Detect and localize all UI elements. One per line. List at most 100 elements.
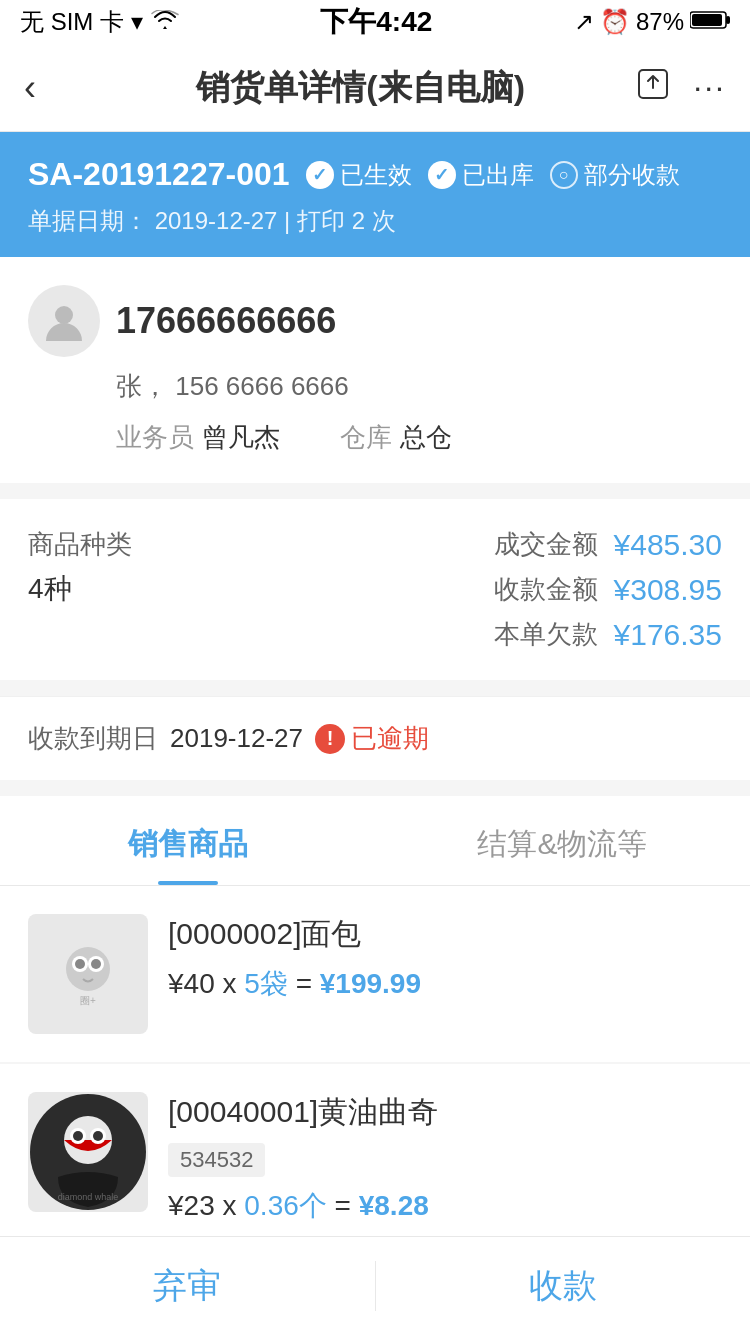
tab-settlement[interactable]: 结算&物流等 <box>375 796 750 885</box>
battery-text: 87% <box>636 8 684 36</box>
status-text-1: 已生效 <box>340 159 412 191</box>
deal-amount-row: 成交金额 ¥485.30 <box>494 527 722 562</box>
received-amount-row: 收款金额 ¥308.95 <box>494 572 722 607</box>
received-amount-label: 收款金额 <box>494 572 598 607</box>
battery-icon <box>690 8 730 36</box>
sim-text: 无 SIM 卡 ▾ <box>20 6 143 38</box>
warehouse-meta: 仓库 总仓 <box>340 420 452 455</box>
status-badge-active: ✓ 已生效 <box>306 159 412 191</box>
product-image-2: diamond whale <box>28 1092 148 1212</box>
product-types-value: 4种 <box>28 570 132 608</box>
wifi-icon <box>151 8 179 36</box>
product-qty-2: 0.36个 <box>244 1190 327 1221</box>
received-amount-value: ¥308.95 <box>614 573 722 607</box>
customer-row: 17666666666 <box>28 285 722 357</box>
order-date-row: 单据日期： 2019-12-27 | 打印 2 次 <box>28 205 722 237</box>
customer-avatar <box>28 285 100 357</box>
product-total-2: ¥8.28 <box>359 1190 429 1221</box>
debt-amount-label: 本单欠款 <box>494 617 598 652</box>
alarm-icon: ⏰ <box>600 8 630 36</box>
debt-amount-row: 本单欠款 ¥176.35 <box>494 617 722 652</box>
status-left: 无 SIM 卡 ▾ <box>20 6 179 38</box>
sales-label: 业务员 <box>116 420 194 455</box>
sales-name: 曾凡杰 <box>202 420 280 455</box>
product-name-1: [0000002]面包 <box>168 914 722 955</box>
product-item-1: 圈+ [0000002]面包 ¥40 x 5袋 = ¥199.99 <box>0 886 750 1062</box>
cancel-button[interactable]: 弃审 <box>0 1237 375 1334</box>
product-name-2: [00040001]黄油曲奇 <box>168 1092 722 1133</box>
order-id: SA-20191227-001 <box>28 156 290 193</box>
overdue-badge: ! 已逾期 <box>315 721 429 756</box>
svg-rect-2 <box>692 14 722 26</box>
svg-point-8 <box>75 959 85 969</box>
check-icon-1: ✓ <box>306 161 334 189</box>
nav-bar: ‹ 销货单详情(来自电脑) ··· <box>0 44 750 132</box>
product-item-2: diamond whale [00040001]黄油曲奇 534532 ¥23 … <box>0 1064 750 1253</box>
order-header: SA-20191227-001 ✓ 已生效 ✓ 已出库 ○ 部分收款 单据日期：… <box>0 132 750 257</box>
svg-point-5 <box>66 947 110 991</box>
customer-name: 17666666666 <box>116 300 336 342</box>
product-types-label: 商品种类 <box>28 527 132 562</box>
product-list: 圈+ [0000002]面包 ¥40 x 5袋 = ¥199.99 <box>0 886 750 1253</box>
check-icon-2: ✓ <box>428 161 456 189</box>
product-info-2: [00040001]黄油曲奇 534532 ¥23 x 0.36个 = ¥8.2… <box>168 1092 722 1225</box>
back-button[interactable]: ‹ <box>24 67 84 109</box>
product-price-1: ¥40 x <box>168 968 244 999</box>
status-right: ↗ ⏰ 87% <box>574 8 730 36</box>
product-qty-1: 5袋 <box>244 968 288 999</box>
product-equals-2: = <box>335 1190 359 1221</box>
overdue-section: 收款到期日 2019-12-27 ! 已逾期 <box>0 696 750 780</box>
svg-point-15 <box>73 1131 83 1141</box>
product-total-1: ¥199.99 <box>320 968 421 999</box>
tabs-row: 销售商品 结算&物流等 <box>0 796 750 886</box>
warehouse-label: 仓库 <box>340 420 392 455</box>
debt-amount-value: ¥176.35 <box>614 618 722 652</box>
svg-rect-1 <box>726 16 730 24</box>
clock-icon: ○ <box>550 161 578 189</box>
warehouse-name: 总仓 <box>400 420 452 455</box>
product-types: 商品种类 4种 <box>28 527 132 608</box>
svg-point-4 <box>55 306 73 324</box>
status-text-3: 部分收款 <box>584 159 680 191</box>
amounts-section: 商品种类 4种 成交金额 ¥485.30 收款金额 ¥308.95 本单欠款 ¥… <box>0 499 750 680</box>
order-date: 2019-12-27 <box>155 207 278 234</box>
order-date-label: 单据日期： <box>28 207 148 234</box>
deal-amount-value: ¥485.30 <box>614 528 722 562</box>
status-badge-shipped: ✓ 已出库 <box>428 159 534 191</box>
product-info-1: [0000002]面包 ¥40 x 5袋 = ¥199.99 <box>168 914 722 1003</box>
deal-amount-label: 成交金额 <box>494 527 598 562</box>
tabs-section: 销售商品 结算&物流等 <box>0 796 750 886</box>
tab-sales-products[interactable]: 销售商品 <box>0 796 375 885</box>
svg-point-9 <box>91 959 101 969</box>
overdue-icon: ! <box>315 724 345 754</box>
status-bar: 无 SIM 卡 ▾ 下午4:42 ↗ ⏰ 87% <box>0 0 750 44</box>
confirm-button[interactable]: 收款 <box>376 1237 751 1334</box>
more-button[interactable]: ··· <box>693 69 726 106</box>
svg-text:圈+: 圈+ <box>80 995 96 1006</box>
product-price-row-1: ¥40 x 5袋 = ¥199.99 <box>168 965 722 1003</box>
overdue-text: 已逾期 <box>351 721 429 756</box>
overdue-label: 收款到期日 <box>28 721 158 756</box>
overdue-date: 2019-12-27 <box>170 723 303 754</box>
product-image-1: 圈+ <box>28 914 148 1034</box>
product-equals-1: = <box>296 968 320 999</box>
product-price-row-2: ¥23 x 0.36个 = ¥8.28 <box>168 1187 722 1225</box>
customer-meta: 业务员 曾凡杰 仓库 总仓 <box>116 420 722 455</box>
amounts-right: 成交金额 ¥485.30 收款金额 ¥308.95 本单欠款 ¥176.35 <box>494 527 722 652</box>
product-price-2: ¥23 x <box>168 1190 244 1221</box>
bottom-bar: 弃审 收款 <box>0 1236 750 1334</box>
product-sku-2: 534532 <box>168 1143 265 1177</box>
share-button[interactable] <box>637 68 669 107</box>
svg-text:diamond whale: diamond whale <box>58 1192 119 1202</box>
status-text-2: 已出库 <box>462 159 534 191</box>
print-info: | 打印 2 次 <box>284 207 396 234</box>
status-badge-partial: ○ 部分收款 <box>550 159 680 191</box>
svg-point-16 <box>93 1131 103 1141</box>
customer-section: 17666666666 张， 156 6666 6666 业务员 曾凡杰 仓库 … <box>0 257 750 483</box>
status-time: 下午4:42 <box>320 3 432 41</box>
sales-meta: 业务员 曾凡杰 <box>116 420 280 455</box>
customer-contact: 张， 156 6666 6666 <box>116 369 722 404</box>
order-id-row: SA-20191227-001 ✓ 已生效 ✓ 已出库 ○ 部分收款 <box>28 156 722 193</box>
location-icon: ↗ <box>574 8 594 36</box>
nav-actions: ··· <box>637 68 726 107</box>
